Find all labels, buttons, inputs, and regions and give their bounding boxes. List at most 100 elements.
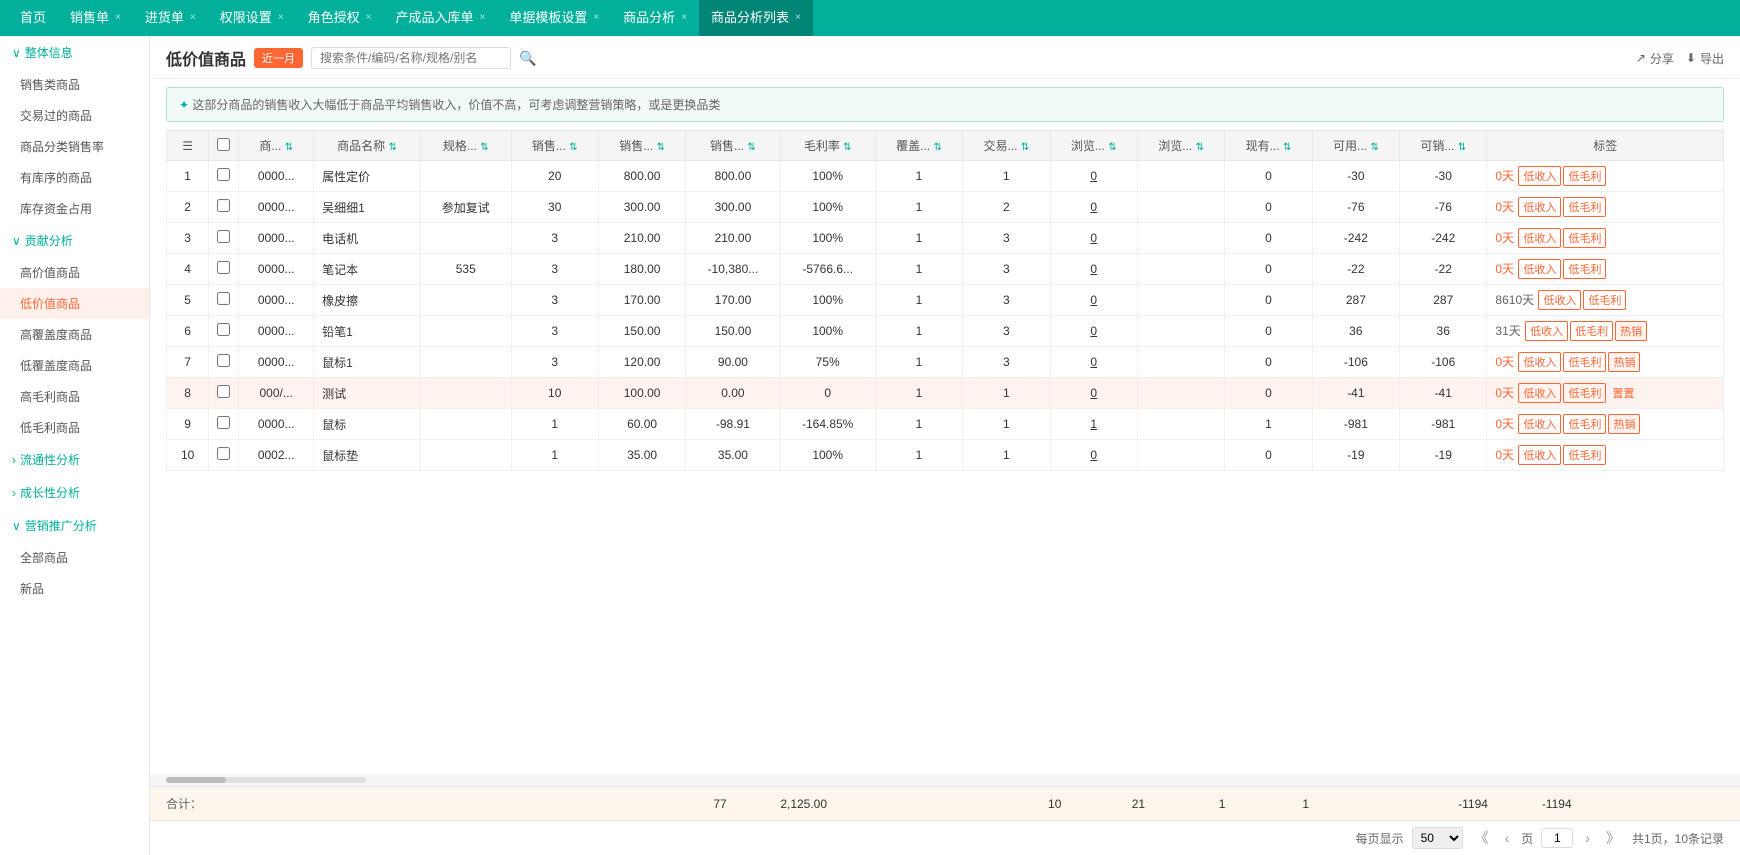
- nav-roles[interactable]: 角色授权 ×: [296, 0, 384, 36]
- close-icon[interactable]: ×: [278, 0, 284, 36]
- sidebar-section-contribution[interactable]: ∨贡献分析: [0, 224, 149, 257]
- row-checkbox[interactable]: [217, 323, 230, 336]
- row-checkbox-cell[interactable]: [209, 347, 239, 378]
- select-all-checkbox[interactable]: [217, 138, 230, 151]
- th-browse1[interactable]: 浏览... ⇅: [1050, 131, 1137, 161]
- row-name[interactable]: 电话机: [314, 223, 421, 254]
- row-browse1[interactable]: 0: [1050, 223, 1137, 254]
- close-icon[interactable]: ×: [479, 0, 485, 36]
- row-name[interactable]: 鼠标1: [314, 347, 421, 378]
- th-checkbox[interactable]: [209, 131, 239, 161]
- row-name[interactable]: 铅笔1: [314, 316, 421, 347]
- filter-tag-button[interactable]: 近一月: [254, 48, 303, 68]
- row-browse1[interactable]: 0: [1050, 440, 1137, 471]
- export-button[interactable]: ⬇ 导出: [1686, 50, 1724, 67]
- nav-purchase[interactable]: 进货单 ×: [133, 0, 208, 36]
- th-current[interactable]: 现有... ⇅: [1225, 131, 1312, 161]
- row-checkbox[interactable]: [217, 447, 230, 460]
- first-page-btn[interactable]: 《: [1471, 828, 1493, 848]
- row-browse1[interactable]: 0: [1050, 347, 1137, 378]
- share-button[interactable]: ↗ 分享: [1636, 50, 1674, 67]
- row-checkbox-cell[interactable]: [209, 161, 239, 192]
- row-browse1[interactable]: 0: [1050, 161, 1137, 192]
- sidebar-section-marketing[interactable]: ∨营销推广分析: [0, 509, 149, 542]
- row-checkbox[interactable]: [217, 292, 230, 305]
- close-icon[interactable]: ×: [190, 0, 196, 36]
- table-container[interactable]: ☰ 商... ⇅ 商品名称 ⇅ 规格... ⇅ 销售... ⇅ 销售... ⇅ …: [150, 130, 1740, 774]
- sidebar-item-category-rate[interactable]: 商品分类销售率: [0, 131, 149, 162]
- row-checkbox-cell[interactable]: [209, 285, 239, 316]
- nav-sales-order[interactable]: 销售单 ×: [58, 0, 133, 36]
- th-sales-amt1[interactable]: 销售... ⇅: [598, 131, 685, 161]
- row-checkbox[interactable]: [217, 416, 230, 429]
- close-icon[interactable]: ×: [795, 0, 801, 36]
- table-scroll[interactable]: [150, 774, 1740, 786]
- row-checkbox[interactable]: [217, 168, 230, 181]
- sidebar-item-traded-products[interactable]: 交易过的商品: [0, 100, 149, 131]
- row-browse1[interactable]: 0: [1050, 285, 1137, 316]
- row-checkbox-cell[interactable]: [209, 409, 239, 440]
- close-icon[interactable]: ×: [366, 0, 372, 36]
- nav-permissions[interactable]: 权限设置 ×: [208, 0, 296, 36]
- row-browse1[interactable]: 0: [1050, 378, 1137, 409]
- close-icon[interactable]: ×: [115, 0, 121, 36]
- row-browse1[interactable]: 0: [1050, 316, 1137, 347]
- browse-link[interactable]: 1: [1090, 417, 1097, 431]
- row-name[interactable]: 属性定价: [314, 161, 421, 192]
- row-checkbox[interactable]: [217, 385, 230, 398]
- row-name[interactable]: 笔记本: [314, 254, 421, 285]
- th-sales-qty[interactable]: 销售... ⇅: [511, 131, 598, 161]
- sidebar-item-inventory-capital[interactable]: 库存资金占用: [0, 193, 149, 224]
- row-name[interactable]: 吴细细1: [314, 192, 421, 223]
- browse-link[interactable]: 0: [1090, 324, 1097, 338]
- row-checkbox[interactable]: [217, 199, 230, 212]
- browse-link[interactable]: 0: [1090, 293, 1097, 307]
- browse-link[interactable]: 0: [1090, 262, 1097, 276]
- page-number-input[interactable]: [1541, 828, 1573, 848]
- row-name[interactable]: 橡皮擦: [314, 285, 421, 316]
- th-trades[interactable]: 交易... ⇅: [963, 131, 1050, 161]
- row-browse1[interactable]: 1: [1050, 409, 1137, 440]
- th-coverage[interactable]: 覆盖... ⇅: [875, 131, 962, 161]
- nav-product-inbound[interactable]: 产成品入库单 ×: [383, 0, 497, 36]
- search-input[interactable]: [311, 47, 511, 69]
- sidebar-item-low-value[interactable]: 低价值商品: [0, 288, 149, 319]
- row-checkbox[interactable]: [217, 261, 230, 274]
- sidebar-section-overall[interactable]: ∨整体信息: [0, 36, 149, 69]
- row-name[interactable]: 鼠标: [314, 409, 421, 440]
- th-spec[interactable]: 规格... ⇅: [420, 131, 511, 161]
- sidebar-item-sales-products[interactable]: 销售类商品: [0, 69, 149, 100]
- th-settings[interactable]: ☰: [167, 131, 209, 161]
- th-name[interactable]: 商品名称 ⇅: [314, 131, 421, 161]
- row-checkbox[interactable]: [217, 354, 230, 367]
- row-checkbox-cell[interactable]: [209, 192, 239, 223]
- prev-page-btn[interactable]: ‹: [1501, 830, 1514, 846]
- sidebar-item-new-products[interactable]: 新品: [0, 573, 149, 604]
- nav-home[interactable]: 首页: [8, 0, 58, 36]
- row-name[interactable]: 鼠标垫: [314, 440, 421, 471]
- close-icon[interactable]: ×: [681, 0, 687, 36]
- browse-link[interactable]: 0: [1090, 386, 1097, 400]
- row-checkbox[interactable]: [217, 230, 230, 243]
- row-checkbox-cell[interactable]: [209, 378, 239, 409]
- th-sales-amt2[interactable]: 销售... ⇅: [686, 131, 780, 161]
- row-checkbox-cell[interactable]: [209, 254, 239, 285]
- sidebar-item-high-value[interactable]: 高价值商品: [0, 257, 149, 288]
- sidebar-item-low-margin[interactable]: 低毛利商品: [0, 412, 149, 443]
- row-checkbox-cell[interactable]: [209, 223, 239, 254]
- browse-link[interactable]: 0: [1090, 231, 1097, 245]
- browse-link[interactable]: 0: [1090, 200, 1097, 214]
- row-checkbox-cell[interactable]: [209, 316, 239, 347]
- sidebar-item-stocked-products[interactable]: 有库序的商品: [0, 162, 149, 193]
- sidebar-item-high-margin[interactable]: 高毛利商品: [0, 381, 149, 412]
- close-icon[interactable]: ×: [593, 0, 599, 36]
- last-page-btn[interactable]: 》: [1602, 828, 1624, 848]
- row-browse1[interactable]: 0: [1050, 254, 1137, 285]
- sidebar-section-circulation[interactable]: ›流通性分析: [0, 443, 149, 476]
- sidebar-item-high-coverage[interactable]: 高覆盖度商品: [0, 319, 149, 350]
- th-gross-rate[interactable]: 毛利率 ⇅: [780, 131, 875, 161]
- th-saleable[interactable]: 可销... ⇅: [1400, 131, 1487, 161]
- browse-link[interactable]: 0: [1090, 448, 1097, 462]
- row-checkbox-cell[interactable]: [209, 440, 239, 471]
- row-browse1[interactable]: 0: [1050, 192, 1137, 223]
